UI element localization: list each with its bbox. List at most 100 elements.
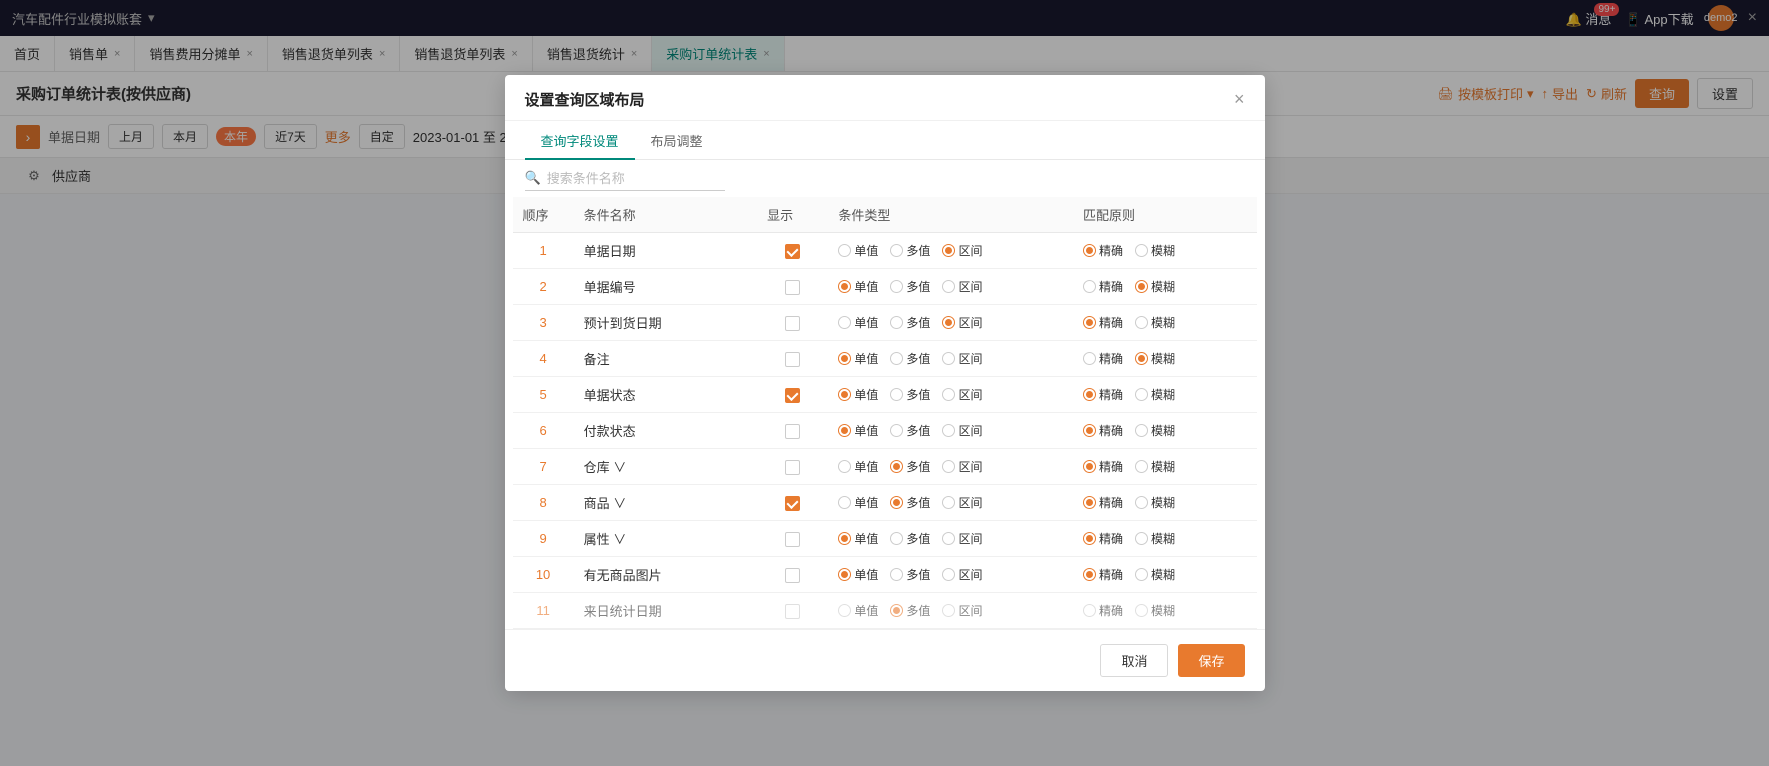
radio-circle[interactable] (942, 316, 955, 329)
radio-option-精确[interactable]: 精确 (1083, 458, 1123, 475)
radio-circle[interactable] (1083, 244, 1096, 257)
radio-option-区间[interactable]: 区间 (942, 530, 982, 547)
radio-option-多值[interactable]: 多值 (890, 350, 930, 367)
radio-circle[interactable] (1135, 280, 1148, 293)
radio-circle[interactable] (838, 604, 851, 617)
radio-option-单值[interactable]: 单值 (838, 566, 878, 583)
radio-option-精确[interactable]: 精确 (1083, 566, 1123, 583)
radio-circle[interactable] (1083, 568, 1096, 581)
radio-option-模糊[interactable]: 模糊 (1135, 386, 1175, 403)
row-display-checkbox[interactable] (757, 413, 828, 449)
radio-option-多值[interactable]: 多值 (890, 530, 930, 547)
radio-circle[interactable] (942, 604, 955, 617)
radio-option-区间[interactable]: 区间 (942, 386, 982, 403)
radio-option-多值[interactable]: 多值 (890, 602, 930, 619)
radio-option-精确[interactable]: 精确 (1083, 422, 1123, 439)
radio-option-单值[interactable]: 单值 (838, 314, 878, 331)
checkbox[interactable] (785, 532, 800, 547)
radio-option-模糊[interactable]: 模糊 (1135, 458, 1175, 475)
checkbox[interactable] (785, 604, 800, 619)
radio-option-多值[interactable]: 多值 (890, 278, 930, 295)
radio-option-区间[interactable]: 区间 (942, 314, 982, 331)
radio-option-模糊[interactable]: 模糊 (1135, 314, 1175, 331)
radio-option-模糊[interactable]: 模糊 (1135, 602, 1175, 619)
radio-circle[interactable] (890, 244, 903, 257)
radio-option-精确[interactable]: 精确 (1083, 350, 1123, 367)
save-button[interactable]: 保存 (1178, 644, 1244, 677)
radio-option-区间[interactable]: 区间 (942, 242, 982, 259)
radio-option-单值[interactable]: 单值 (838, 494, 878, 511)
radio-option-多值[interactable]: 多值 (890, 566, 930, 583)
radio-circle[interactable] (890, 568, 903, 581)
radio-option-精确[interactable]: 精确 (1083, 314, 1123, 331)
radio-option-单值[interactable]: 单值 (838, 278, 878, 295)
radio-circle[interactable] (1135, 532, 1148, 545)
radio-circle[interactable] (942, 244, 955, 257)
checkbox[interactable] (785, 244, 800, 259)
checkbox[interactable] (785, 460, 800, 475)
radio-option-精确[interactable]: 精确 (1083, 278, 1123, 295)
radio-option-多值[interactable]: 多值 (890, 422, 930, 439)
modal-close-button[interactable]: × (1234, 89, 1245, 110)
radio-circle[interactable] (1083, 532, 1096, 545)
radio-option-多值[interactable]: 多值 (890, 242, 930, 259)
radio-option-单值[interactable]: 单值 (838, 458, 878, 475)
radio-circle[interactable] (890, 388, 903, 401)
radio-option-模糊[interactable]: 模糊 (1135, 350, 1175, 367)
radio-circle[interactable] (890, 424, 903, 437)
radio-circle[interactable] (1083, 316, 1096, 329)
radio-circle[interactable] (942, 388, 955, 401)
row-display-checkbox[interactable] (757, 449, 828, 485)
radio-circle[interactable] (1083, 496, 1096, 509)
cancel-button[interactable]: 取消 (1100, 644, 1168, 677)
radio-option-多值[interactable]: 多值 (890, 386, 930, 403)
radio-circle[interactable] (942, 424, 955, 437)
radio-circle[interactable] (1135, 388, 1148, 401)
radio-circle[interactable] (942, 496, 955, 509)
radio-option-单值[interactable]: 单值 (838, 422, 878, 439)
radio-circle[interactable] (890, 532, 903, 545)
radio-option-单值[interactable]: 单值 (838, 530, 878, 547)
radio-option-模糊[interactable]: 模糊 (1135, 530, 1175, 547)
radio-option-模糊[interactable]: 模糊 (1135, 494, 1175, 511)
tab-layout-adjust[interactable]: 布局调整 (635, 121, 719, 160)
tab-query-fields[interactable]: 查询字段设置 (525, 121, 635, 160)
radio-option-模糊[interactable]: 模糊 (1135, 278, 1175, 295)
row-display-checkbox[interactable] (757, 557, 828, 593)
row-display-checkbox[interactable] (757, 521, 828, 557)
radio-circle[interactable] (838, 388, 851, 401)
radio-option-区间[interactable]: 区间 (942, 422, 982, 439)
radio-circle[interactable] (942, 532, 955, 545)
radio-circle[interactable] (890, 280, 903, 293)
radio-option-精确[interactable]: 精确 (1083, 386, 1123, 403)
radio-circle[interactable] (838, 496, 851, 509)
radio-circle[interactable] (1135, 244, 1148, 257)
radio-option-多值[interactable]: 多值 (890, 314, 930, 331)
radio-circle[interactable] (838, 244, 851, 257)
radio-circle[interactable] (1083, 460, 1096, 473)
radio-option-模糊[interactable]: 模糊 (1135, 566, 1175, 583)
checkbox[interactable] (785, 424, 800, 439)
radio-circle[interactable] (1083, 280, 1096, 293)
radio-circle[interactable] (890, 352, 903, 365)
radio-option-区间[interactable]: 区间 (942, 494, 982, 511)
radio-option-区间[interactable]: 区间 (942, 602, 982, 619)
radio-circle[interactable] (942, 460, 955, 473)
radio-option-模糊[interactable]: 模糊 (1135, 422, 1175, 439)
radio-option-精确[interactable]: 精确 (1083, 494, 1123, 511)
radio-circle[interactable] (1135, 568, 1148, 581)
checkbox[interactable] (785, 316, 800, 331)
radio-circle[interactable] (1135, 460, 1148, 473)
row-display-checkbox[interactable] (757, 377, 828, 413)
radio-circle[interactable] (1135, 604, 1148, 617)
checkbox[interactable] (785, 568, 800, 583)
checkbox[interactable] (785, 280, 800, 295)
radio-circle[interactable] (1135, 424, 1148, 437)
radio-circle[interactable] (890, 460, 903, 473)
radio-circle[interactable] (838, 532, 851, 545)
radio-option-精确[interactable]: 精确 (1083, 602, 1123, 619)
radio-option-模糊[interactable]: 模糊 (1135, 242, 1175, 259)
radio-option-单值[interactable]: 单值 (838, 350, 878, 367)
radio-circle[interactable] (1083, 388, 1096, 401)
radio-option-区间[interactable]: 区间 (942, 350, 982, 367)
